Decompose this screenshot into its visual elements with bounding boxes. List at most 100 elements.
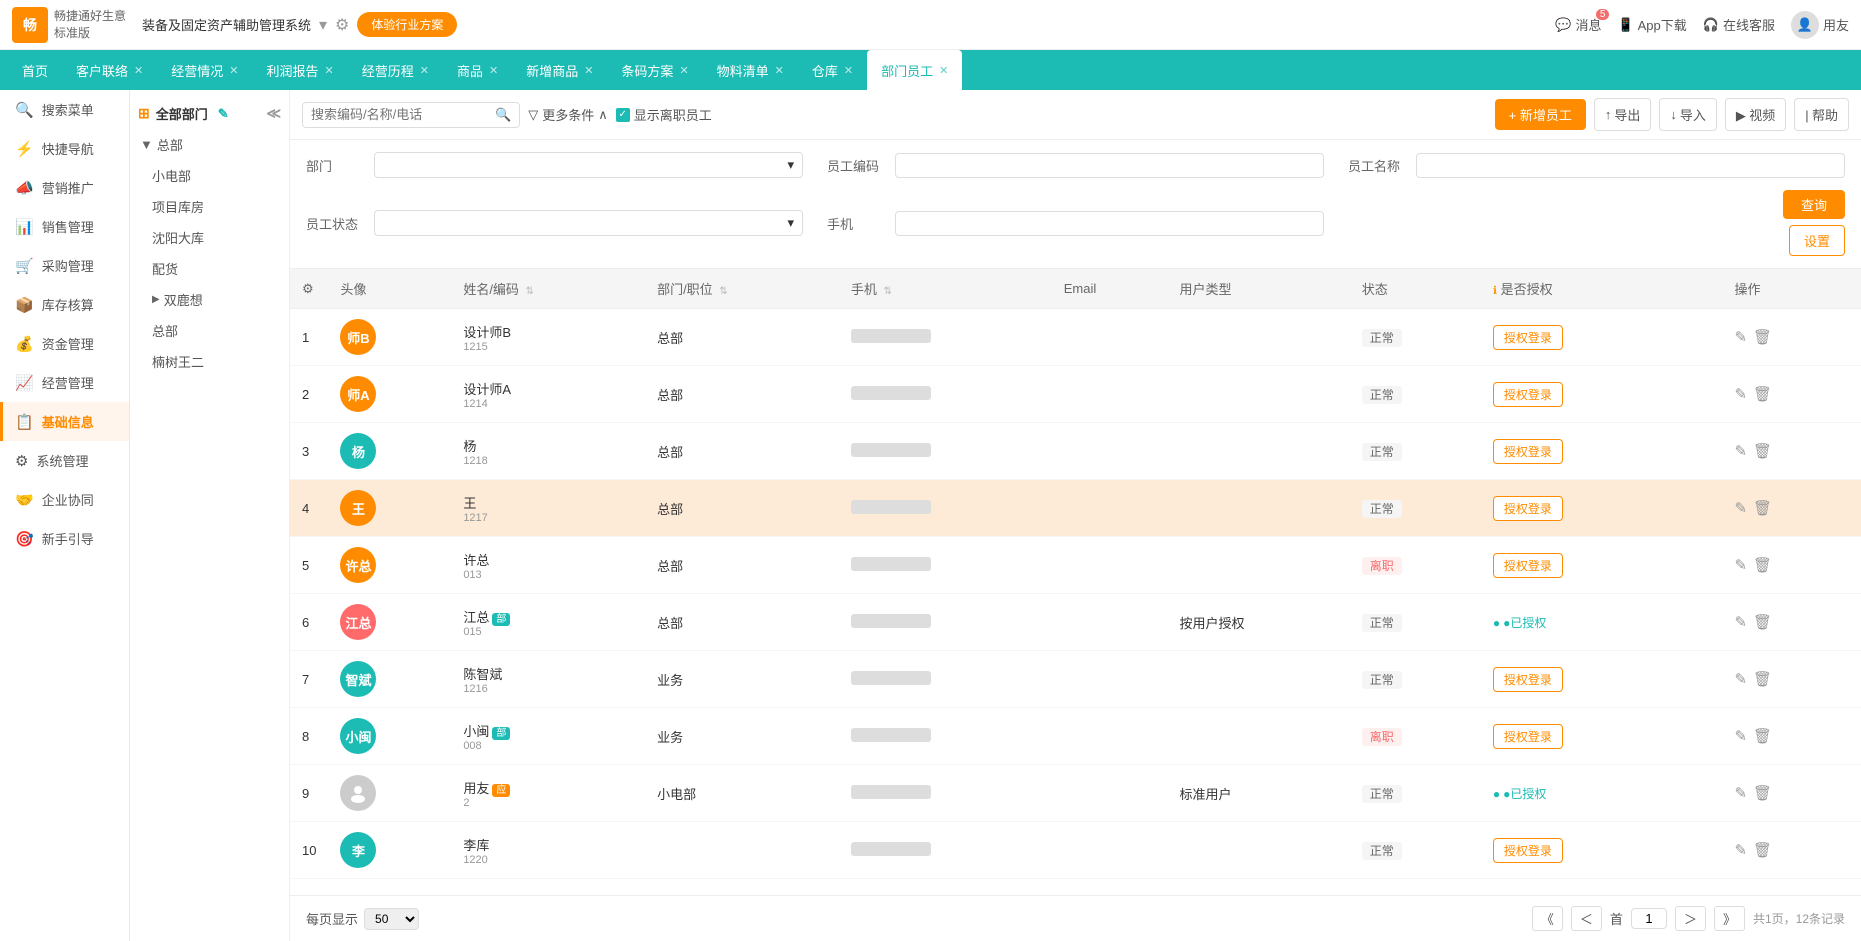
edit-icon[interactable]: ✎: [1734, 329, 1747, 346]
close-icon[interactable]: ✕: [679, 64, 688, 77]
online-service-button[interactable]: 🎧 在线客服: [1703, 15, 1775, 34]
nav-collab[interactable]: 🤝 企业协同: [0, 480, 129, 519]
auth-login-button[interactable]: 授权登录: [1493, 496, 1563, 521]
tab-operation[interactable]: 经营情况 ✕: [157, 50, 252, 90]
dept-edit-icon[interactable]: ✎: [218, 106, 229, 122]
trial-button[interactable]: 体验行业方案: [357, 12, 457, 37]
edit-icon[interactable]: ✎: [1734, 500, 1747, 517]
tab-goods[interactable]: 商品 ✕: [443, 50, 512, 90]
dept-item-xiaodibu[interactable]: 小电部: [130, 160, 289, 191]
dept-item-shenyang[interactable]: 沈阳大库: [130, 222, 289, 253]
phone-input[interactable]: [895, 211, 1324, 236]
tab-warehouse[interactable]: 仓库 ✕: [798, 50, 867, 90]
app-download-button[interactable]: 📱 App下载: [1617, 15, 1686, 34]
tab-profit[interactable]: 利润报告 ✕: [252, 50, 347, 90]
nav-sales[interactable]: 📊 销售管理: [0, 207, 129, 246]
tab-home[interactable]: 首页: [8, 50, 62, 90]
dept-item-root[interactable]: ▼ 总部: [130, 129, 289, 160]
dept-item-zongbu[interactable]: 总部: [130, 315, 289, 346]
edit-icon[interactable]: ✎: [1734, 614, 1747, 631]
dropdown-arrow-icon[interactable]: ▾: [319, 15, 327, 35]
auth-login-button[interactable]: 授权登录: [1493, 382, 1563, 407]
first-page-button[interactable]: 《: [1532, 906, 1563, 931]
delete-icon[interactable]: 🗑: [1753, 671, 1772, 688]
page-number-input[interactable]: [1631, 908, 1667, 929]
delete-icon[interactable]: 🗑: [1753, 785, 1772, 802]
auth-login-button[interactable]: 授权登录: [1493, 724, 1563, 749]
auth-login-button[interactable]: 授权登录: [1493, 667, 1563, 692]
search-input[interactable]: [311, 107, 491, 122]
tab-materials[interactable]: 物料清单 ✕: [703, 50, 798, 90]
col-phone[interactable]: 手机 ⇅: [839, 269, 1052, 309]
close-icon[interactable]: ✕: [584, 64, 593, 77]
close-icon[interactable]: ✕: [134, 64, 143, 77]
last-page-button[interactable]: 》: [1714, 906, 1745, 931]
close-icon[interactable]: ✕: [229, 64, 238, 77]
emp-code-input[interactable]: [895, 153, 1324, 178]
nav-purchase[interactable]: 🛒 采购管理: [0, 246, 129, 285]
nav-business[interactable]: 📈 经营管理: [0, 363, 129, 402]
auth-login-button[interactable]: 授权登录: [1493, 553, 1563, 578]
dept-select[interactable]: ▾: [374, 152, 803, 178]
nav-basic-info[interactable]: 📋 基础信息: [0, 402, 129, 441]
help-button[interactable]: | 帮助: [1794, 98, 1849, 131]
delete-icon[interactable]: 🗑: [1753, 842, 1772, 859]
view-button[interactable]: ▶ 视频: [1725, 98, 1786, 131]
nav-guide[interactable]: 🎯 新手引导: [0, 519, 129, 558]
tab-barcode[interactable]: 条码方案 ✕: [607, 50, 702, 90]
dept-item-shuanglu[interactable]: ▶ 双鹿想: [130, 284, 289, 315]
nav-inventory[interactable]: 📦 库存核算: [0, 285, 129, 324]
nav-marketing[interactable]: 📣 营销推广: [0, 168, 129, 207]
export-button[interactable]: ↑ 导出: [1594, 98, 1652, 131]
delete-icon[interactable]: 🗑: [1753, 728, 1772, 745]
tab-employees[interactable]: 部门员工 ✕: [867, 50, 962, 90]
nav-search-menu[interactable]: 🔍 搜索菜单: [0, 90, 129, 129]
query-button[interactable]: 查询: [1783, 190, 1845, 219]
per-page-select[interactable]: 50 100 200: [364, 908, 419, 930]
close-icon[interactable]: ✕: [489, 64, 498, 77]
tab-customer[interactable]: 客户联络 ✕: [62, 50, 157, 90]
edit-icon[interactable]: ✎: [1734, 785, 1747, 802]
edit-icon[interactable]: ✎: [1734, 842, 1747, 859]
settings-button[interactable]: 设置: [1789, 225, 1845, 256]
delete-icon[interactable]: 🗑: [1753, 329, 1772, 346]
edit-icon[interactable]: ✎: [1734, 671, 1747, 688]
col-dept[interactable]: 部门/职位 ⇅: [645, 269, 839, 309]
close-icon[interactable]: ✕: [775, 64, 784, 77]
delete-icon[interactable]: 🗑: [1753, 500, 1772, 517]
emp-name-input[interactable]: [1416, 153, 1845, 178]
tab-add-goods[interactable]: 新增商品 ✕: [512, 50, 607, 90]
message-button[interactable]: 💬 消息 5: [1555, 15, 1601, 34]
nav-system[interactable]: ⚙ 系统管理: [0, 441, 129, 480]
dept-collapse-icon[interactable]: ≪: [266, 105, 281, 122]
auth-login-button[interactable]: 授权登录: [1493, 325, 1563, 350]
delete-icon[interactable]: 🗑: [1753, 386, 1772, 403]
add-employee-button[interactable]: + 新增员工: [1495, 99, 1586, 130]
user-menu[interactable]: 👤 用友: [1791, 11, 1849, 39]
import-button[interactable]: ↓ 导入: [1659, 98, 1717, 131]
close-icon[interactable]: ✕: [939, 64, 948, 77]
nav-quick-nav[interactable]: ⚡ 快捷导航: [0, 129, 129, 168]
close-icon[interactable]: ✕: [844, 64, 853, 77]
delete-icon[interactable]: 🗑: [1753, 614, 1772, 631]
nav-finance[interactable]: 💰 资金管理: [0, 324, 129, 363]
edit-icon[interactable]: ✎: [1734, 557, 1747, 574]
close-icon[interactable]: ✕: [325, 64, 334, 77]
next-page-button[interactable]: ＞: [1675, 906, 1706, 931]
settings-icon[interactable]: ⚙: [335, 15, 349, 35]
col-settings[interactable]: ⚙: [290, 269, 328, 309]
auth-login-button[interactable]: 授权登录: [1493, 439, 1563, 464]
dept-item-project[interactable]: 项目库房: [130, 191, 289, 222]
prev-page-button[interactable]: ＜: [1571, 906, 1602, 931]
col-name[interactable]: 姓名/编码 ⇅: [451, 269, 645, 309]
edit-icon[interactable]: ✎: [1734, 728, 1747, 745]
tab-history[interactable]: 经营历程 ✕: [348, 50, 443, 90]
edit-icon[interactable]: ✎: [1734, 386, 1747, 403]
close-icon[interactable]: ✕: [420, 64, 429, 77]
delete-icon[interactable]: 🗑: [1753, 557, 1772, 574]
more-filter-button[interactable]: ▽ 更多条件 ∧: [528, 105, 608, 124]
dept-item-peihuo[interactable]: 配货: [130, 253, 289, 284]
dept-item-nanshu[interactable]: 楠树王二: [130, 346, 289, 377]
status-select[interactable]: ▾: [374, 210, 803, 236]
edit-icon[interactable]: ✎: [1734, 443, 1747, 460]
